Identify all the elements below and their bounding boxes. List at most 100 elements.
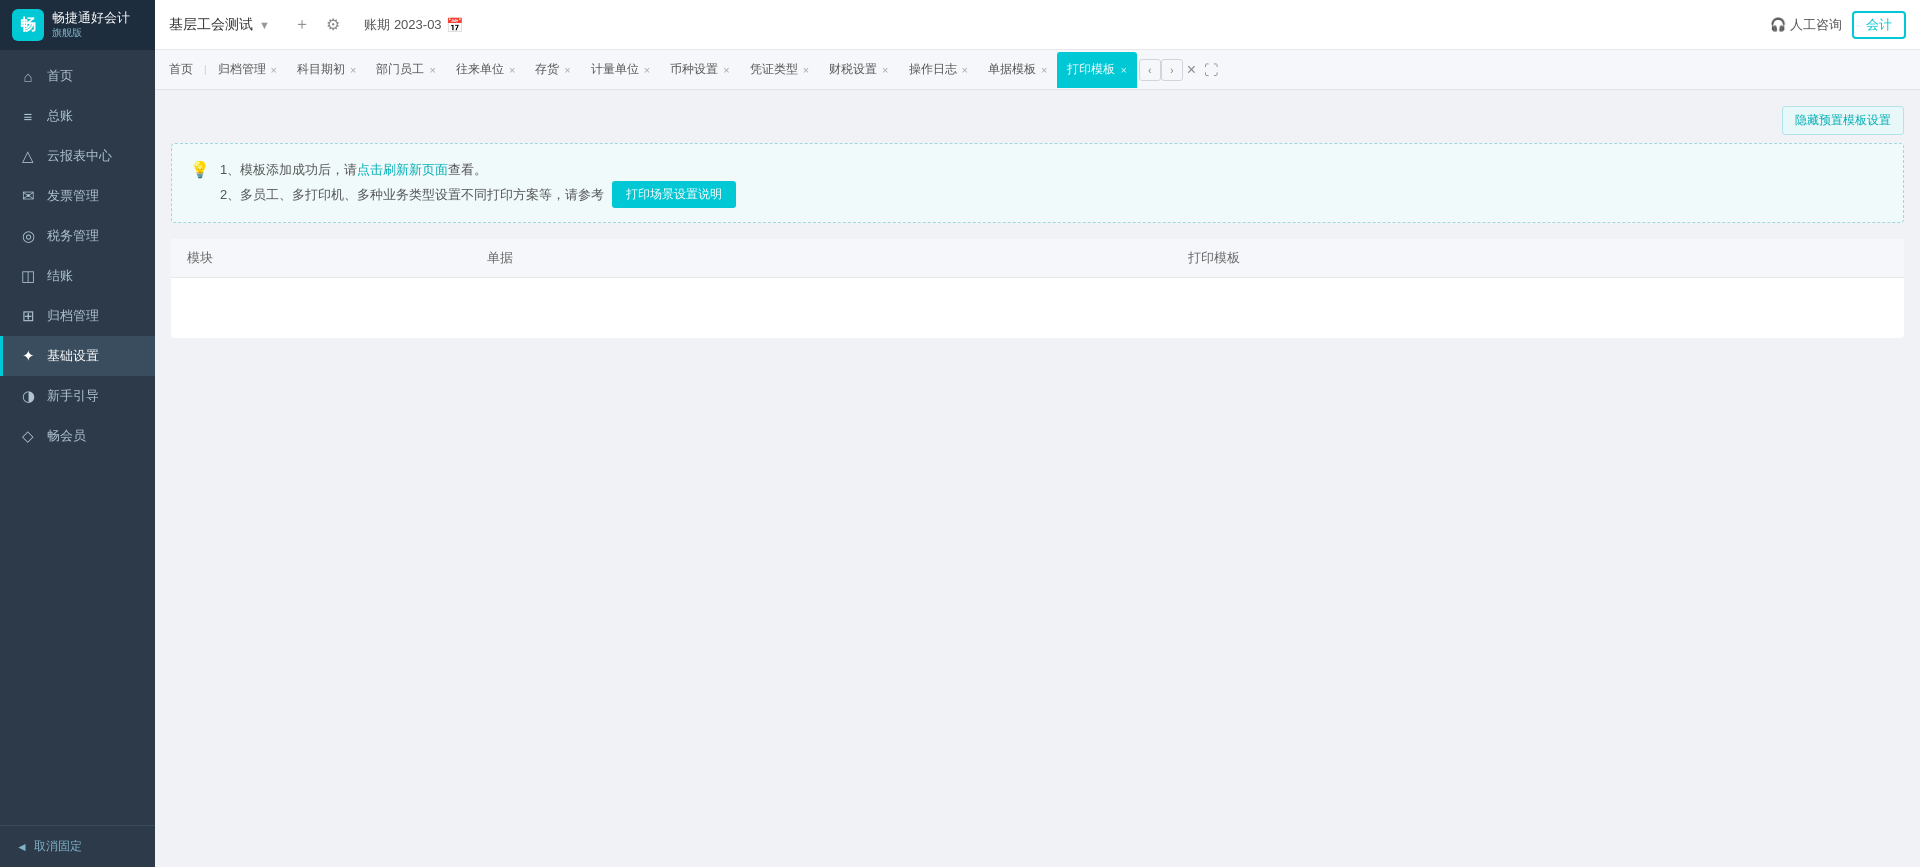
col-document: 单据: [487, 249, 1188, 267]
tab-partner-close[interactable]: ×: [509, 64, 515, 76]
print-template-table: 模块 单据 打印模板: [171, 239, 1904, 338]
sidebar-item-ledger[interactable]: ≡ 总账: [0, 96, 155, 136]
info-line2-prefix: 2、多员工、多打印机、多种业务类型设置不同打印方案等，请参考: [220, 183, 604, 206]
tab-printtemplate[interactable]: 打印模板 ×: [1057, 52, 1136, 88]
tab-inventory-close[interactable]: ×: [564, 64, 570, 76]
sidebar-item-basic[interactable]: ✦ 基础设置: [0, 336, 155, 376]
sidebar-logo: 畅 畅捷通好会计 旗舰版: [0, 0, 155, 50]
hide-template-section: 隐藏预置模板设置: [171, 106, 1904, 135]
unpin-label: 取消固定: [34, 838, 82, 855]
tab-department[interactable]: 部门员工 ×: [366, 52, 445, 88]
tab-archive[interactable]: 归档管理 ×: [208, 52, 287, 88]
sidebar-item-closing[interactable]: ◫ 结账: [0, 256, 155, 296]
project-name: 基层工会测试: [169, 16, 253, 34]
tab-printtemplate-label: 打印模板: [1067, 61, 1115, 78]
topbar-actions: ＋ ⚙: [286, 10, 348, 39]
tab-partner-label: 往来单位: [456, 61, 504, 78]
tax-icon: ◎: [19, 227, 37, 245]
tab-inventory[interactable]: 存货 ×: [525, 52, 580, 88]
topbar: 基层工会测试 ▼ ＋ ⚙ 账期 2023-03 📅 🎧 人工咨询 会计: [155, 0, 1920, 50]
tab-oplog[interactable]: 操作日志 ×: [899, 52, 978, 88]
tab-taxsetting-label: 财税设置: [829, 61, 877, 78]
period-label: 账期: [364, 16, 390, 34]
bulb-icon: 💡: [190, 160, 210, 179]
sidebar-item-label: 发票管理: [47, 187, 99, 205]
hide-template-button[interactable]: 隐藏预置模板设置: [1782, 106, 1904, 135]
archive-icon: ⊞: [19, 307, 37, 325]
tab-subject-close[interactable]: ×: [350, 64, 356, 76]
settings-btn[interactable]: ⚙: [318, 11, 348, 38]
tab-taxsetting[interactable]: 财税设置 ×: [819, 52, 898, 88]
sidebar: 畅 畅捷通好会计 旗舰版 ⌂ 首页 ≡ 总账 △ 云报表中心 ✉ 发票管理 ◎ …: [0, 0, 155, 867]
basic-icon: ✦: [19, 347, 37, 365]
tab-voucher[interactable]: 凭证类型 ×: [740, 52, 819, 88]
close-all-tabs-btn[interactable]: ×: [1183, 61, 1200, 79]
fullscreen-btn[interactable]: ⛶: [1200, 62, 1222, 78]
unpin-icon: ◄: [16, 840, 28, 854]
closing-icon: ◫: [19, 267, 37, 285]
info-text-block: 1、模板添加成功后，请点击刷新新页面查看。 2、多员工、多打印机、多种业务类型设…: [220, 158, 736, 208]
sidebar-item-vip[interactable]: ◇ 畅会员: [0, 416, 155, 456]
tab-singledoc[interactable]: 单据模板 ×: [978, 52, 1057, 88]
tab-printtemplate-close[interactable]: ×: [1120, 64, 1126, 76]
sidebar-nav: ⌂ 首页 ≡ 总账 △ 云报表中心 ✉ 发票管理 ◎ 税务管理 ◫ 结账 ⊞ 归…: [0, 50, 155, 825]
tab-next-btn[interactable]: ›: [1161, 59, 1183, 81]
sidebar-item-label: 新手引导: [47, 387, 99, 405]
logo-icon: 畅: [12, 9, 44, 41]
calendar-icon[interactable]: 📅: [446, 17, 463, 33]
period-display: 账期 2023-03 📅: [364, 16, 463, 34]
sidebar-item-label: 结账: [47, 267, 73, 285]
sidebar-unpin[interactable]: ◄ 取消固定: [0, 825, 155, 867]
info-box: 💡 1、模板添加成功后，请点击刷新新页面查看。 2、多员工、多打印机、多种业务类…: [171, 143, 1904, 223]
sidebar-item-label: 云报表中心: [47, 147, 112, 165]
info-line1-prefix: 1、模板添加成功后，请: [220, 162, 357, 177]
project-selector[interactable]: 基层工会测试 ▼: [169, 16, 276, 34]
explain-btn[interactable]: 打印场景设置说明: [612, 181, 736, 208]
tab-currency-close[interactable]: ×: [723, 64, 729, 76]
tab-subject[interactable]: 科目期初 ×: [287, 52, 366, 88]
account-button[interactable]: 会计: [1852, 11, 1906, 39]
ledger-icon: ≡: [19, 108, 37, 125]
sidebar-item-home[interactable]: ⌂ 首页: [0, 56, 155, 96]
tab-singledoc-close[interactable]: ×: [1041, 64, 1047, 76]
tab-unit[interactable]: 计量单位 ×: [581, 52, 660, 88]
tab-partner[interactable]: 往来单位 ×: [446, 52, 525, 88]
table-header: 模块 单据 打印模板: [171, 239, 1904, 278]
invoice-icon: ✉: [19, 187, 37, 205]
sidebar-item-guide[interactable]: ◑ 新手引导: [0, 376, 155, 416]
tabbar: 首页 | 归档管理 × 科目期初 × 部门员工 × 往来单位 × 存货 × 计量…: [155, 50, 1920, 90]
sidebar-item-invoice[interactable]: ✉ 发票管理: [0, 176, 155, 216]
sidebar-item-tax[interactable]: ◎ 税务管理: [0, 216, 155, 256]
table-body: [171, 278, 1904, 338]
tab-unit-close[interactable]: ×: [644, 64, 650, 76]
sidebar-item-archive[interactable]: ⊞ 归档管理: [0, 296, 155, 336]
info-line1-suffix: 查看。: [448, 162, 487, 177]
sidebar-item-label: 基础设置: [47, 347, 99, 365]
tab-unit-label: 计量单位: [591, 61, 639, 78]
topbar-right: 🎧 人工咨询 会计: [1770, 11, 1906, 39]
tab-home[interactable]: 首页: [159, 52, 203, 88]
tab-singledoc-label: 单据模板: [988, 61, 1036, 78]
sidebar-item-label: 税务管理: [47, 227, 99, 245]
tab-currency-label: 币种设置: [670, 61, 718, 78]
info-refresh-link[interactable]: 点击刷新新页面: [357, 162, 448, 177]
logo-text-block: 畅捷通好会计 旗舰版: [52, 10, 130, 41]
tab-currency[interactable]: 币种设置 ×: [660, 52, 739, 88]
sidebar-item-label: 总账: [47, 107, 73, 125]
tab-sep-1: |: [204, 64, 207, 75]
service-button[interactable]: 🎧 人工咨询: [1770, 16, 1842, 34]
tab-oplog-label: 操作日志: [909, 61, 957, 78]
tab-department-close[interactable]: ×: [429, 64, 435, 76]
add-project-btn[interactable]: ＋: [286, 10, 318, 39]
reports-icon: △: [19, 147, 37, 165]
tab-taxsetting-close[interactable]: ×: [882, 64, 888, 76]
tab-voucher-close[interactable]: ×: [803, 64, 809, 76]
period-value: 2023-03: [394, 17, 442, 32]
sidebar-item-reports[interactable]: △ 云报表中心: [0, 136, 155, 176]
main-area: 基层工会测试 ▼ ＋ ⚙ 账期 2023-03 📅 🎧 人工咨询 会计 首页 |…: [155, 0, 1920, 867]
sidebar-item-label: 归档管理: [47, 307, 99, 325]
tab-archive-close[interactable]: ×: [271, 64, 277, 76]
tab-prev-btn[interactable]: ‹: [1139, 59, 1161, 81]
tab-oplog-close[interactable]: ×: [962, 64, 968, 76]
home-icon: ⌂: [19, 68, 37, 85]
